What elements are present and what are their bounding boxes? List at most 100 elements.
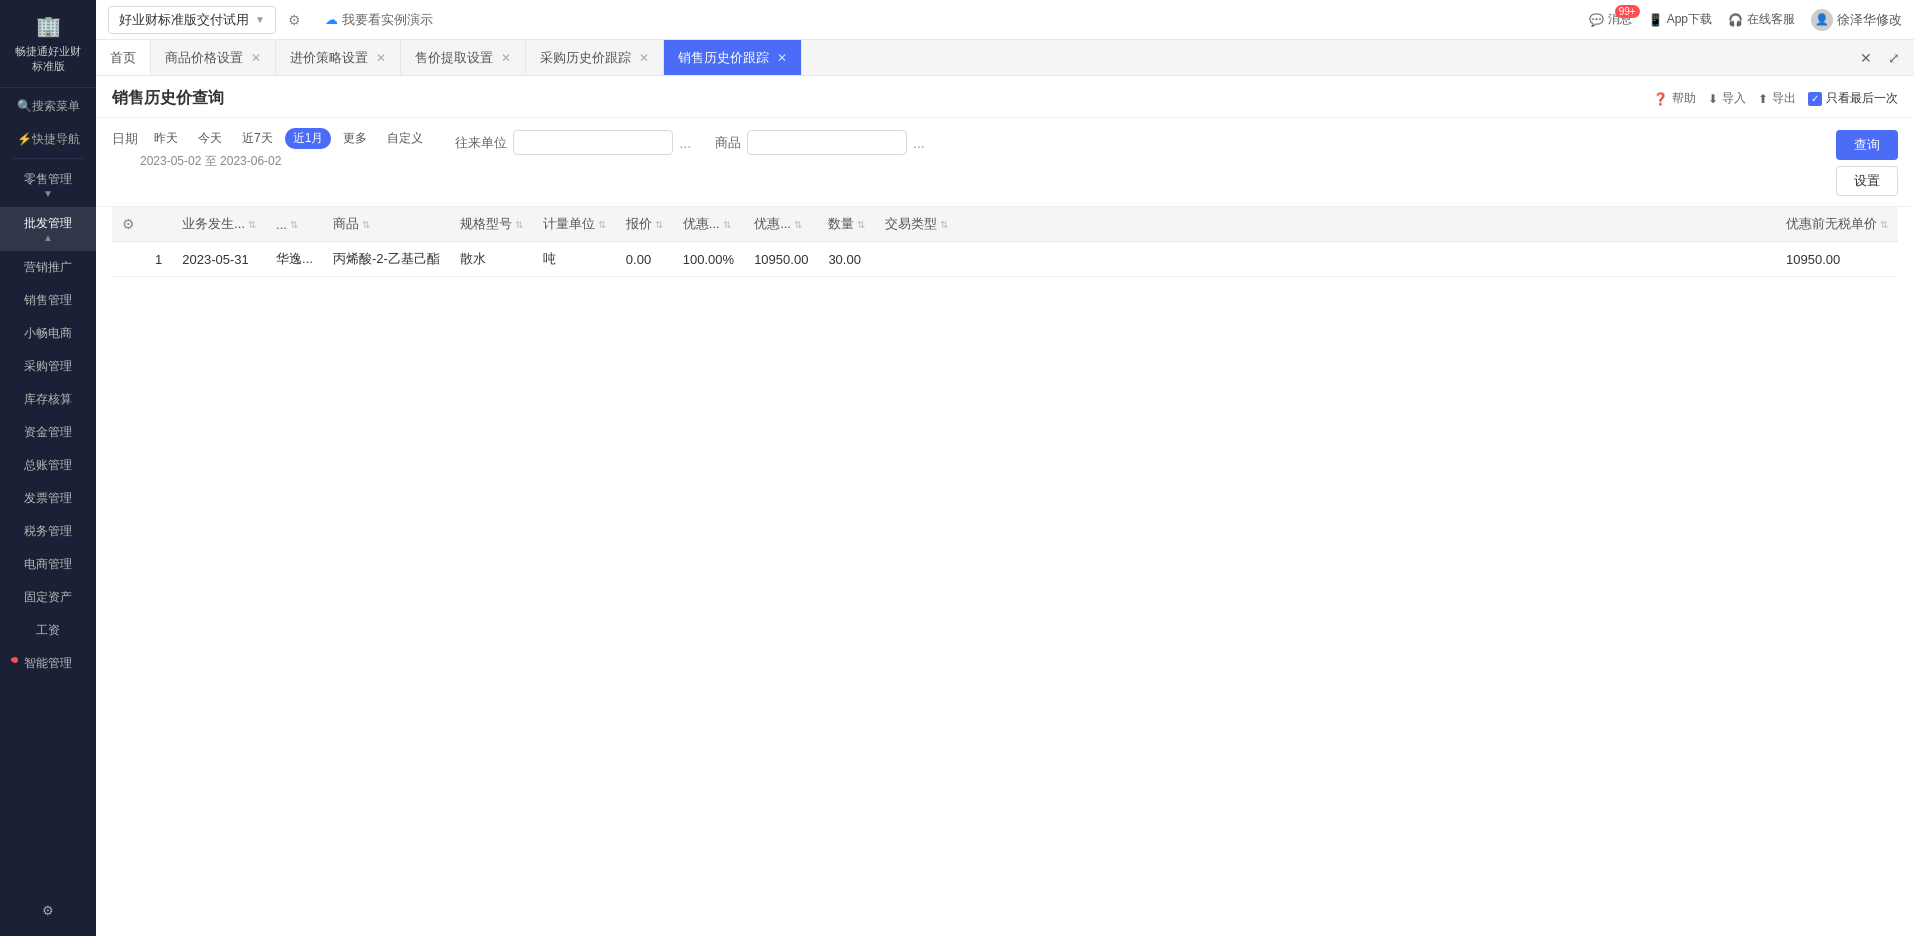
settings-button[interactable]: 设置 xyxy=(1836,166,1898,196)
page-content: 销售历史价查询 ❓ 帮助 ⬇ 导入 ⬆ 导出 ✓ 只看最后一次 xyxy=(96,76,1914,936)
product-more-button[interactable]: ... xyxy=(913,135,925,151)
td-product: 丙烯酸-2-乙基己酯 xyxy=(323,242,450,277)
sidebar-item-inventory[interactable]: 库存核算 xyxy=(0,383,96,416)
tab-purchase-history-label: 采购历史价跟踪 xyxy=(540,49,631,67)
sidebar-item-general-ledger[interactable]: 总账管理 xyxy=(0,449,96,482)
date-btn-more[interactable]: 更多 xyxy=(335,128,375,149)
app-download-icon: 📱 xyxy=(1648,13,1663,27)
from-unit-filter: 往来单位 ... xyxy=(455,130,691,155)
tab-home-label: 首页 xyxy=(110,49,136,67)
sidebar-item-marketing[interactable]: 营销推广 xyxy=(0,251,96,284)
tab-purchase-history[interactable]: 采购历史价跟踪 ✕ xyxy=(526,40,664,76)
close-icon[interactable]: ✕ xyxy=(501,51,511,65)
close-icon[interactable]: ✕ xyxy=(777,51,787,65)
sidebar-item-sales[interactable]: 销售管理 xyxy=(0,284,96,317)
chevron-up-icon: ▲ xyxy=(43,232,53,243)
expand-panel-button[interactable]: ⤢ xyxy=(1882,46,1906,70)
messages-button[interactable]: 💬 消息 99+ xyxy=(1589,11,1632,28)
tab-home[interactable]: 首页 xyxy=(96,40,151,76)
from-unit-input[interactable] xyxy=(513,130,673,155)
close-icon[interactable]: ✕ xyxy=(251,51,261,65)
tab-purchase-strategy[interactable]: 进价策略设置 ✕ xyxy=(276,40,401,76)
sidebar-item-smart[interactable]: ● 智能管理 xyxy=(0,647,96,680)
demo-icon: ☁ xyxy=(325,12,338,27)
sidebar-item-purchase[interactable]: 采购管理 xyxy=(0,350,96,383)
sidebar-item-ecommerce-small[interactable]: 小畅电商 xyxy=(0,317,96,350)
date-btn-1month[interactable]: 近1月 xyxy=(285,128,332,149)
close-panel-button[interactable]: ✕ xyxy=(1854,46,1878,70)
date-filter-label: 日期 xyxy=(112,130,138,148)
only-last-checkbox[interactable]: ✓ 只看最后一次 xyxy=(1808,90,1898,107)
query-button[interactable]: 查询 xyxy=(1836,130,1898,160)
avatar: 👤 xyxy=(1811,9,1833,31)
main-area: 好业财标准版交付试用 ▼ ⚙ ☁ 我要看实例演示 💬 消息 99+ 📱 App下… xyxy=(96,0,1914,936)
from-unit-more-button[interactable]: ... xyxy=(679,135,691,151)
column-settings-icon[interactable]: ⚙ xyxy=(122,216,135,232)
date-btn-today[interactable]: 今天 xyxy=(190,128,230,149)
td-date: 2023-05-31 xyxy=(172,242,266,277)
logo-icon: 🏢 xyxy=(36,12,61,40)
th-price[interactable]: 报价 ⇅ xyxy=(616,207,673,242)
th-dots[interactable]: ... ⇅ xyxy=(266,207,323,242)
date-btn-7days[interactable]: 近7天 xyxy=(234,128,281,149)
page-title: 销售历史价查询 xyxy=(112,88,224,109)
th-discount1[interactable]: 优惠... ⇅ xyxy=(673,207,744,242)
date-btn-yesterday[interactable]: 昨天 xyxy=(146,128,186,149)
product-filter: 商品 ... xyxy=(715,130,925,155)
data-table: ⚙ 业务发生... ⇅ ... ⇅ xyxy=(112,207,1898,277)
th-type[interactable]: 交易类型 ⇅ xyxy=(875,207,958,242)
product-input[interactable] xyxy=(747,130,907,155)
tab-sales-history[interactable]: 销售历史价跟踪 ✕ xyxy=(664,40,802,76)
th-unit[interactable]: 计量单位 ⇅ xyxy=(533,207,616,242)
sidebar-item-fixed-assets[interactable]: 固定资产 xyxy=(0,581,96,614)
sidebar-settings-button[interactable]: ⚙ xyxy=(0,895,96,926)
sidebar-item-label: 采购管理 xyxy=(24,358,72,375)
td-discount2: 10950.00 xyxy=(744,242,818,277)
sidebar-item-retail[interactable]: 零售管理 ▼ xyxy=(0,163,96,207)
online-service-button[interactable]: 🎧 在线客服 xyxy=(1728,11,1795,28)
th-discount2[interactable]: 优惠... ⇅ xyxy=(744,207,818,242)
th-pretax[interactable]: 优惠前无税单价 ⇅ xyxy=(1776,207,1898,242)
sidebar-item-search[interactable]: 🔍 搜索菜单 xyxy=(0,88,96,125)
import-button[interactable]: ⬇ 导入 xyxy=(1708,90,1746,107)
sidebar-item-finance[interactable]: 资金管理 xyxy=(0,416,96,449)
sidebar-item-ecommerce[interactable]: 电商管理 xyxy=(0,548,96,581)
sidebar-item-quick-nav[interactable]: ⚡ 快捷导航 xyxy=(0,125,96,154)
import-label: 导入 xyxy=(1722,90,1746,107)
sidebar-item-invoice[interactable]: 发票管理 xyxy=(0,482,96,515)
td-qty: 30.00 xyxy=(818,242,875,277)
th-spec[interactable]: 规格型号 ⇅ xyxy=(450,207,533,242)
th-date[interactable]: 业务发生... ⇅ xyxy=(172,207,266,242)
help-label: 帮助 xyxy=(1672,90,1696,107)
td-discount1: 100.00% xyxy=(673,242,744,277)
sidebar-item-tax[interactable]: 税务管理 xyxy=(0,515,96,548)
th-product[interactable]: 商品 ⇅ xyxy=(323,207,450,242)
sidebar-item-wholesale[interactable]: 批发管理 ▲ xyxy=(0,207,96,251)
sort-icon: ⇅ xyxy=(940,219,948,230)
th-date-label: 业务发生... xyxy=(182,215,245,233)
th-qty[interactable]: 数量 ⇅ xyxy=(818,207,875,242)
close-icon[interactable]: ✕ xyxy=(639,51,649,65)
th-spec-label: 规格型号 xyxy=(460,215,512,233)
close-icon[interactable]: ✕ xyxy=(376,51,386,65)
tab-price-extract[interactable]: 售价提取设置 ✕ xyxy=(401,40,526,76)
topbar-gear-button[interactable]: ⚙ xyxy=(288,12,301,28)
app-download-label: App下载 xyxy=(1667,11,1712,28)
tab-price-settings[interactable]: 商品价格设置 ✕ xyxy=(151,40,276,76)
app-selector[interactable]: 好业财标准版交付试用 ▼ xyxy=(108,6,276,34)
help-button[interactable]: ❓ 帮助 xyxy=(1653,90,1696,107)
tab-purchase-strategy-label: 进价策略设置 xyxy=(290,49,368,67)
export-button[interactable]: ⬆ 导出 xyxy=(1758,90,1796,107)
app-download-button[interactable]: 📱 App下载 xyxy=(1648,11,1712,28)
th-discount2-label: 优惠... xyxy=(754,215,791,233)
sidebar-item-label: 固定资产 xyxy=(24,589,72,606)
th-spacer xyxy=(958,207,1776,242)
user-menu[interactable]: 👤 徐泽华修改 xyxy=(1811,9,1902,31)
from-unit-label: 往来单位 xyxy=(455,134,507,152)
table-row: 1 2023-05-31 华逸... 丙烯酸-2-乙基己酯 散水 吨 0.00 … xyxy=(112,242,1898,277)
date-btn-custom[interactable]: 自定义 xyxy=(379,128,431,149)
import-icon: ⬇ xyxy=(1708,92,1718,106)
page-header: 销售历史价查询 ❓ 帮助 ⬇ 导入 ⬆ 导出 ✓ 只看最后一次 xyxy=(96,76,1914,118)
sidebar-item-salary[interactable]: 工资 xyxy=(0,614,96,647)
demo-button[interactable]: ☁ 我要看实例演示 xyxy=(325,11,433,29)
